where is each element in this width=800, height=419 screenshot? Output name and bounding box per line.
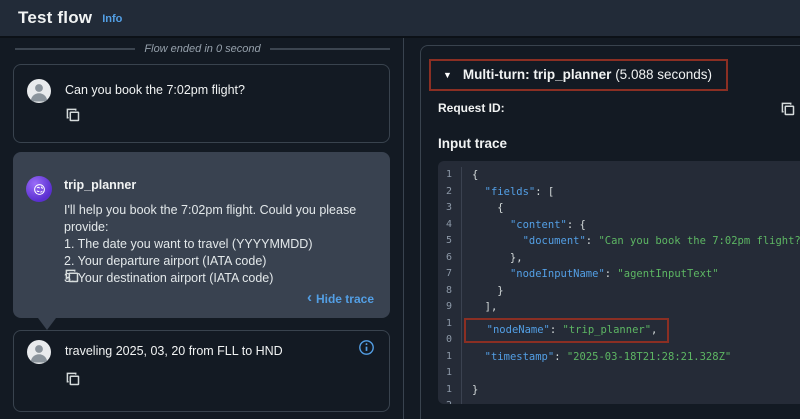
line-number: 11 (438, 348, 462, 382)
info-link[interactable]: Info (102, 13, 122, 25)
code-line: 12} (438, 381, 800, 404)
person-icon (30, 345, 48, 363)
line-number: 5 (438, 233, 462, 250)
trace-section-toggle[interactable]: ▼ Multi-turn: trip_planner (5.088 second… (429, 59, 728, 91)
code-text: }, (472, 251, 523, 264)
code-text: } (472, 383, 479, 396)
code-text: { (472, 202, 504, 214)
line-number: 10 (438, 315, 462, 349)
line-number: 3 (438, 200, 462, 217)
bot-name: trip_planner (64, 178, 137, 192)
annotation-box-nodename: "nodeName": "trip_planner", (464, 317, 670, 343)
input-trace-title: Input trace (438, 136, 508, 151)
trace-section-title: Multi-turn: trip_planner (5.088 seconds) (463, 67, 712, 82)
code-line: 3 { (438, 200, 800, 217)
copy-icon[interactable] (64, 268, 80, 284)
bot-message-line: 2. Your departure airport (IATA code) (64, 254, 267, 268)
user-avatar (27, 340, 51, 364)
code-line: 5 "document": "Can you book the 7:02pm f… (438, 233, 800, 250)
code-text: } (472, 284, 504, 297)
line-number: 9 (438, 299, 462, 316)
bot-message-line: I'll help you book the 7:02pm flight. Co… (64, 203, 357, 234)
bot-avatar (26, 176, 52, 202)
code-text: "document": "Can you book the 7:02pm fli… (522, 235, 800, 247)
code-text: "fields": [ (484, 185, 555, 198)
info-icon[interactable] (358, 339, 375, 356)
flow-status-text: Flow ended in 0 second (144, 43, 261, 55)
input-trace-code-block: 1{2 "fields": [3 {4 "content": {5 "docum… (438, 161, 800, 404)
code-text: ], (472, 301, 498, 313)
divider-line (15, 48, 136, 50)
line-number: 2 (438, 183, 462, 200)
trace-title-name: Multi-turn: trip_planner (462, 67, 612, 82)
line-number: 12 (438, 381, 462, 404)
bot-message-text: I'll help you book the 7:02pm flight. Co… (64, 202, 364, 287)
chevron-left-icon: ‹ (306, 289, 312, 306)
request-id-row: Request ID: (438, 101, 796, 117)
code-line: 4 "content": { (438, 216, 800, 233)
user-avatar (27, 79, 51, 103)
line-number: 1 (438, 167, 462, 184)
code-line: 11 "timestamp": "2025-03-18T21:28:21.328… (438, 348, 800, 382)
copy-icon[interactable] (65, 371, 81, 387)
code-text: "content": { (509, 218, 586, 231)
user-message-text: traveling 2025, 03, 20 from FLL to HND (65, 344, 283, 358)
line-number: 7 (438, 266, 462, 283)
copy-icon[interactable] (780, 101, 796, 117)
code-text: "nodeName": "trip_planner", (462, 316, 670, 346)
code-text: "timestamp": "2025-03-18T21:28:21.328Z" (484, 350, 732, 363)
code-line: 2 "fields": [ (438, 183, 800, 200)
top-bar: Test flow Info (0, 0, 800, 38)
code-line: 9 ], (438, 299, 800, 316)
code-text: { (472, 169, 479, 181)
hide-trace-link[interactable]: ‹ Hide trace (306, 289, 374, 306)
code-text: "nodeInputName": "agentInputText" (509, 268, 719, 280)
code-line: 7 "nodeInputName": "agentInputText" (438, 266, 800, 283)
line-number: 6 (438, 249, 462, 266)
person-icon (30, 84, 48, 102)
code-line: 10 "nodeName": "trip_planner", (438, 315, 800, 349)
bubble-tail (38, 318, 56, 330)
code-line: 8 } (438, 282, 800, 299)
line-number: 4 (438, 216, 462, 233)
bot-message-line: 3. Your destination airport (IATA code) (64, 271, 274, 285)
code-line: 6 }, (438, 249, 800, 266)
bot-message-line: 1. The date you want to travel (YYYYMMDD… (64, 237, 313, 251)
hide-trace-label: Hide trace (315, 292, 374, 306)
caret-down-icon: ▼ (443, 69, 452, 80)
brain-icon (33, 183, 45, 195)
panel-divider (403, 38, 404, 419)
bot-message-bubble: trip_planner I'll help you book the 7:02… (13, 152, 390, 318)
divider-line (269, 48, 390, 50)
trace-title-duration: (5.088 seconds) (615, 67, 712, 82)
request-id-label: Request ID: (438, 101, 505, 115)
page-title: Test flow (18, 8, 93, 27)
trace-panel: ▼ Multi-turn: trip_planner (5.088 second… (420, 45, 800, 419)
line-number: 8 (438, 282, 462, 299)
chat-panel: Flow ended in 0 second Can you book the … (0, 38, 403, 419)
flow-status-divider: Flow ended in 0 second (15, 43, 390, 55)
user-message-card: traveling 2025, 03, 20 from FLL to HND (13, 330, 390, 412)
user-message-text: Can you book the 7:02pm flight? (65, 83, 245, 97)
user-message-card: Can you book the 7:02pm flight? (13, 64, 390, 143)
code-line: 1{ (438, 167, 800, 184)
copy-icon[interactable] (65, 107, 81, 123)
